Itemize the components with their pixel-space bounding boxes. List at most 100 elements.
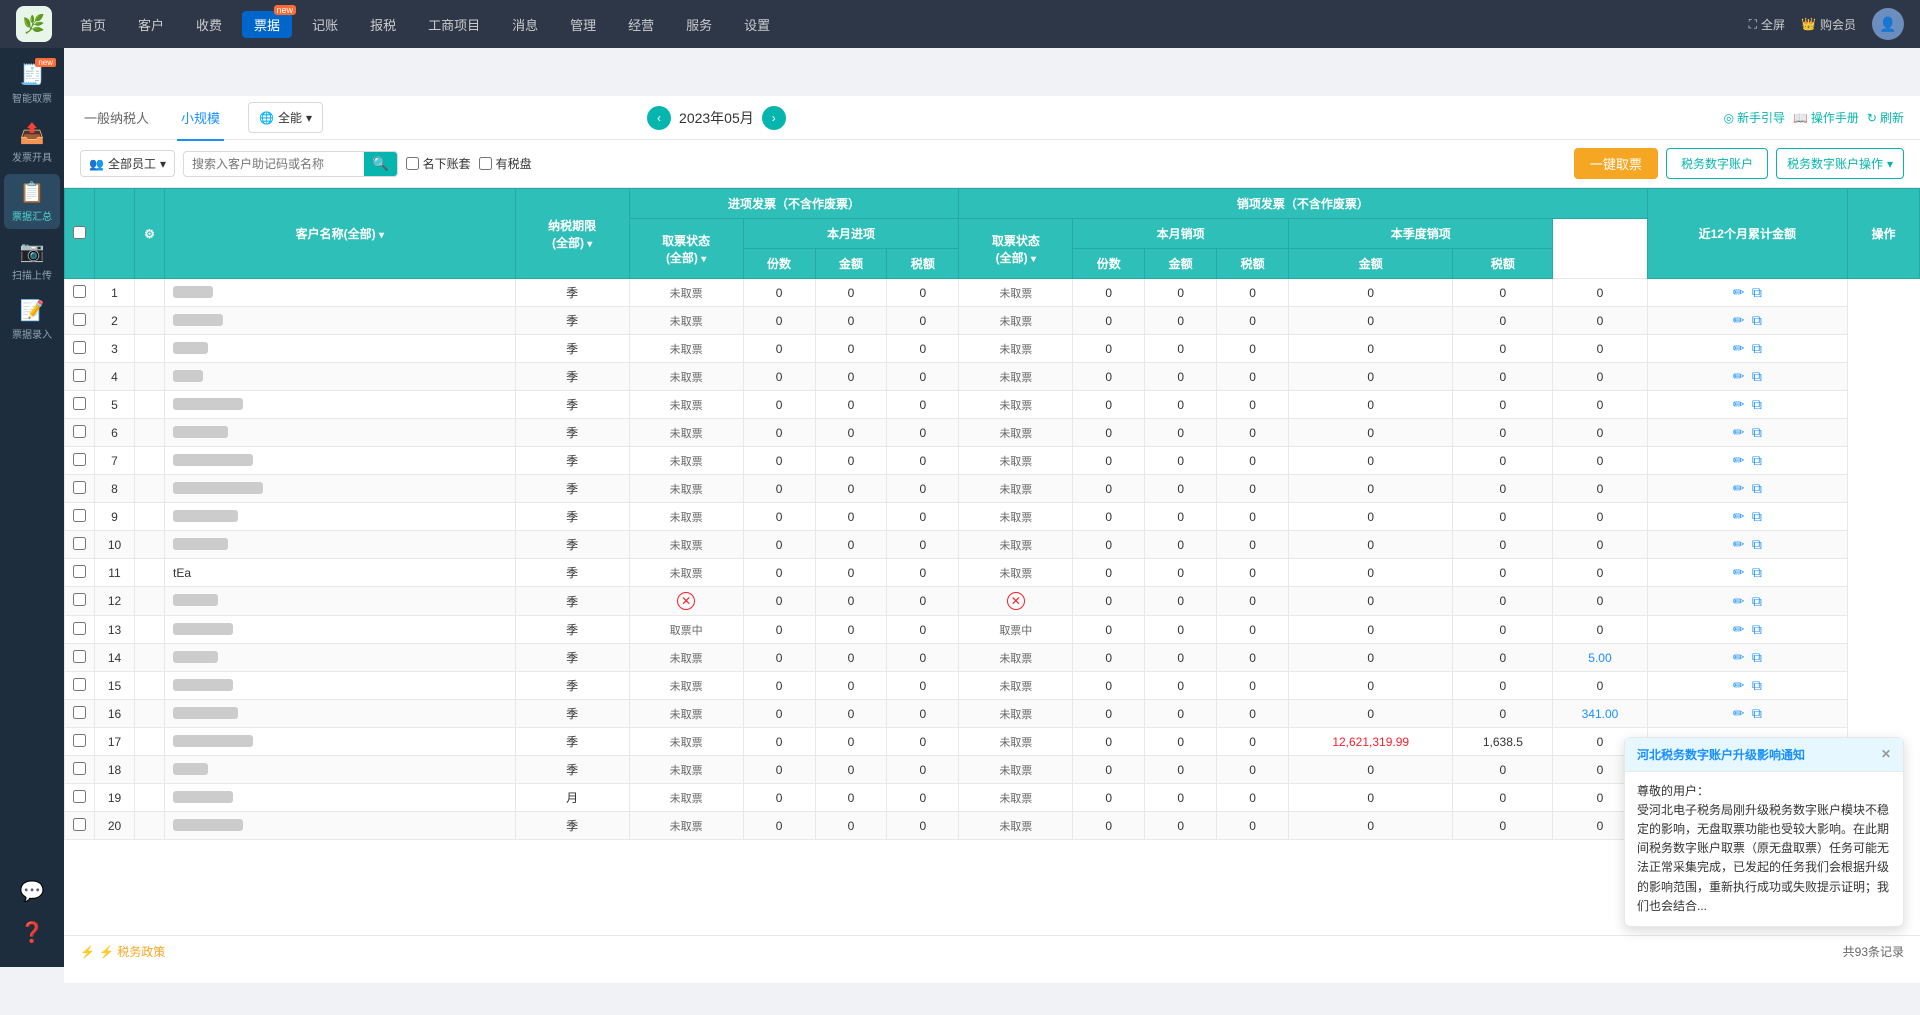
edit-icon[interactable]: ✏ (1733, 368, 1745, 384)
nav-customers[interactable]: 客户 (126, 11, 176, 38)
edit-icon[interactable]: ✏ (1733, 564, 1745, 580)
edit-icon[interactable]: ✏ (1733, 593, 1745, 609)
one-click-fetch-btn[interactable]: 一键取票 (1574, 148, 1658, 179)
row-checkbox[interactable] (73, 313, 86, 326)
sidebar-item-chat[interactable]: 💬 (4, 873, 60, 910)
row-checkbox[interactable] (73, 818, 86, 831)
edit-icon[interactable]: ✏ (1733, 480, 1745, 496)
copy-icon[interactable]: ⧉ (1752, 368, 1762, 384)
copy-icon[interactable]: ⧉ (1752, 312, 1762, 328)
edit-icon[interactable]: ✏ (1733, 536, 1745, 552)
sidebar-item-invoice-open[interactable]: 📤 发票开具 (4, 115, 60, 170)
nav-accounting[interactable]: 记账 (300, 11, 350, 38)
checkbox-sub-accounts[interactable]: 名下账套 (406, 155, 471, 172)
notif-close-btn[interactable]: ✕ (1881, 747, 1891, 761)
tax-disk-checkbox[interactable] (479, 157, 492, 170)
edit-icon[interactable]: ✏ (1733, 424, 1745, 440)
copy-icon[interactable]: ⧉ (1752, 284, 1762, 300)
member-btn[interactable]: 👑 购会员 (1801, 16, 1856, 33)
row-checkbox[interactable] (73, 341, 86, 354)
row-checkbox[interactable] (73, 650, 86, 663)
row-checkbox[interactable] (73, 509, 86, 522)
sidebar-item-scan[interactable]: 📷 扫描上传 (4, 233, 60, 288)
refresh-btn[interactable]: ↻ 刷新 (1867, 109, 1904, 126)
edit-icon[interactable]: ✏ (1733, 452, 1745, 468)
copy-icon[interactable]: ⧉ (1752, 452, 1762, 468)
edit-icon[interactable]: ✏ (1733, 396, 1745, 412)
sidebar-item-entry[interactable]: 📝 票据录入 (4, 292, 60, 347)
tab-general-taxpayer[interactable]: 一般纳税人 (80, 96, 153, 141)
tab-all-capable[interactable]: 🌐 全能 ▾ (248, 102, 323, 133)
edit-icon[interactable]: ✏ (1733, 621, 1745, 637)
nav-business[interactable]: 工商项目 (416, 11, 492, 38)
row-checkbox[interactable] (73, 622, 86, 635)
row-checkbox[interactable] (73, 481, 86, 494)
row-checkbox[interactable] (73, 285, 86, 298)
row-checkbox[interactable] (73, 537, 86, 550)
edit-icon[interactable]: ✏ (1733, 677, 1745, 693)
digital-account-btn[interactable]: 税务数字账户 (1666, 148, 1768, 179)
row-checkbox[interactable] (73, 453, 86, 466)
row-checkbox[interactable] (73, 593, 86, 606)
nav-service[interactable]: 服务 (674, 11, 724, 38)
tab-small-scale[interactable]: 小规模 (177, 96, 224, 141)
search-button[interactable]: 🔍 (364, 152, 397, 176)
edit-icon[interactable]: ✏ (1733, 340, 1745, 356)
action-cell: ✏ ⧉ (1647, 644, 1847, 672)
copy-icon[interactable]: ⧉ (1752, 508, 1762, 524)
nav-messages[interactable]: 消息 (500, 11, 550, 38)
return-tax-cell: 0 (1453, 756, 1553, 784)
copy-icon[interactable]: ⧉ (1752, 677, 1762, 693)
search-input[interactable] (184, 153, 364, 175)
avatar[interactable]: 👤 (1872, 8, 1904, 40)
edit-icon[interactable]: ✏ (1733, 508, 1745, 524)
row-checkbox[interactable] (73, 734, 86, 747)
nav-manage[interactable]: 管理 (558, 11, 608, 38)
sidebar-item-help[interactable]: ❓ (4, 914, 60, 951)
row-checkbox[interactable] (73, 565, 86, 578)
name-cell: ████████████ (165, 587, 516, 616)
select-all-checkbox[interactable] (73, 226, 86, 239)
edit-icon[interactable]: ✏ (1733, 312, 1745, 328)
copy-icon[interactable]: ⧉ (1752, 593, 1762, 609)
copy-icon[interactable]: ⧉ (1752, 705, 1762, 721)
next-period-btn[interactable]: › (762, 106, 786, 130)
nav-tax[interactable]: 报税 (358, 11, 408, 38)
return-tax: 0 (1500, 791, 1507, 805)
copy-icon[interactable]: ⧉ (1752, 649, 1762, 665)
copy-icon[interactable]: ⧉ (1752, 396, 1762, 412)
nav-billing[interactable]: 收费 (184, 11, 234, 38)
row-checkbox[interactable] (73, 425, 86, 438)
sidebar-item-summary[interactable]: 📋 票据汇总 (4, 174, 60, 229)
copy-icon[interactable]: ⧉ (1752, 564, 1762, 580)
copy-icon[interactable]: ⧉ (1752, 536, 1762, 552)
digital-account-op-btn[interactable]: 税务数字账户操作 ▾ (1776, 148, 1904, 179)
edit-icon[interactable]: ✏ (1733, 284, 1745, 300)
copy-icon[interactable]: ⧉ (1752, 340, 1762, 356)
copy-icon[interactable]: ⧉ (1752, 480, 1762, 496)
row-checkbox[interactable] (73, 678, 86, 691)
fullscreen-btn[interactable]: ⛶ 全屏 (1749, 16, 1785, 33)
prev-period-btn[interactable]: ‹ (647, 106, 671, 130)
checkbox-tax-disk[interactable]: 有税盘 (479, 155, 532, 172)
row-checkbox[interactable] (73, 706, 86, 719)
edit-icon[interactable]: ✏ (1733, 649, 1745, 665)
sidebar-item-smart-tickets[interactable]: 🧾 智能取票 new (4, 56, 60, 111)
row-checkbox[interactable] (73, 762, 86, 775)
sub-accounts-checkbox[interactable] (406, 157, 419, 170)
copy-icon[interactable]: ⧉ (1752, 424, 1762, 440)
row-checkbox[interactable] (73, 369, 86, 382)
nav-tickets[interactable]: 票据 new (242, 11, 292, 38)
guide-btn[interactable]: ◎ 新手引导 (1723, 109, 1785, 126)
nav-settings[interactable]: 设置 (732, 11, 782, 38)
manual-btn[interactable]: 📖 操作手册 (1793, 109, 1859, 126)
edit-icon[interactable]: ✏ (1733, 705, 1745, 721)
nav-operation[interactable]: 经营 (616, 11, 666, 38)
row-checkbox[interactable] (73, 397, 86, 410)
row-checkbox[interactable] (73, 790, 86, 803)
nav-home[interactable]: 首页 (68, 11, 118, 38)
employee-select[interactable]: 👥 全部员工 ▾ (80, 150, 175, 177)
tax-policy-link[interactable]: ⚡ ⚡ 税务政策 (80, 943, 165, 960)
out-status-tag: 未取票 (999, 428, 1032, 440)
copy-icon[interactable]: ⧉ (1752, 621, 1762, 637)
